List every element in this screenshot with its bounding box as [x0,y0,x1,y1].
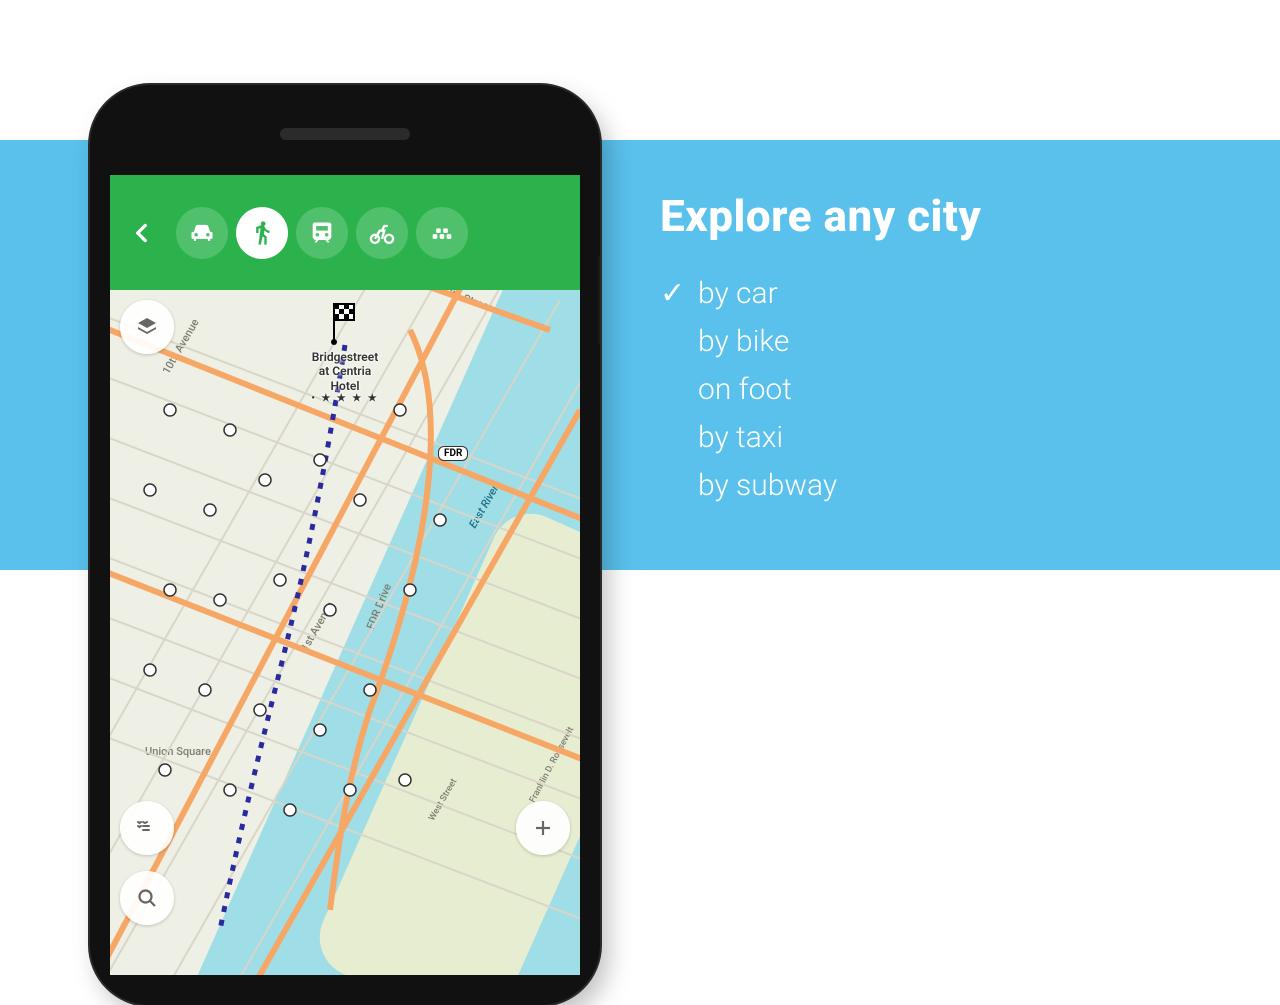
promo-title: Explore any city [660,190,981,242]
destination-name-line2: at Centria [311,364,378,378]
phone-frame: Bridgestreet at Centria Hotel • ★ ★ ★ ★ … [90,85,600,1005]
mode-car[interactable] [176,207,228,259]
chevron-left-icon [129,220,155,246]
layers-button[interactable] [120,300,174,354]
promo-block: Explore any city ✓ by car by bike on foo… [660,190,981,510]
destination-stars: • ★ ★ ★ ★ [311,393,378,405]
transport-mode-row [176,207,468,259]
promo-item-label: on foot [698,366,792,414]
taxi-icon [428,219,456,247]
plus-icon [531,816,555,840]
promo-item-label: by car [698,270,778,318]
destination-name-line1: Bridgestreet [311,350,378,364]
train-icon [308,219,336,247]
zoom-in-button[interactable] [516,801,570,855]
app-screen: Bridgestreet at Centria Hotel • ★ ★ ★ ★ … [110,175,580,975]
destination-flag-icon [328,302,362,350]
highway-shield-fdr: FDR [438,446,468,461]
search-icon [135,886,159,910]
bookmarks-icon [135,816,159,840]
walk-icon [248,219,276,247]
layers-icon [135,315,159,339]
promo-item-label: by taxi [698,414,783,462]
promo-item: ✓ by car [660,270,981,318]
mode-taxi[interactable] [416,207,468,259]
mode-walk[interactable] [236,207,288,259]
car-icon [188,219,216,247]
promo-item: by taxi [660,414,981,462]
search-button[interactable] [120,871,174,925]
destination-name-line3: Hotel [311,379,378,393]
mode-transit[interactable] [296,207,348,259]
bike-icon [368,219,396,247]
promo-item: on foot [660,366,981,414]
phone-side-button [598,255,600,345]
phone-speaker [280,128,410,140]
promo-item-label: by subway [698,462,837,510]
promo-item: by bike [660,318,981,366]
check-icon: ✓ [660,270,684,318]
back-button[interactable] [120,211,164,255]
promo-item: by subway [660,462,981,510]
map-canvas[interactable]: Bridgestreet at Centria Hotel • ★ ★ ★ ★ … [110,290,580,975]
promo-item-label: by bike [698,318,789,366]
promo-list: ✓ by car by bike on foot by taxi by subw… [660,270,981,510]
bookmarks-button[interactable] [120,801,174,855]
app-bar [110,175,580,290]
mode-bike[interactable] [356,207,408,259]
destination-label: Bridgestreet at Centria Hotel • ★ ★ ★ ★ [311,350,378,405]
